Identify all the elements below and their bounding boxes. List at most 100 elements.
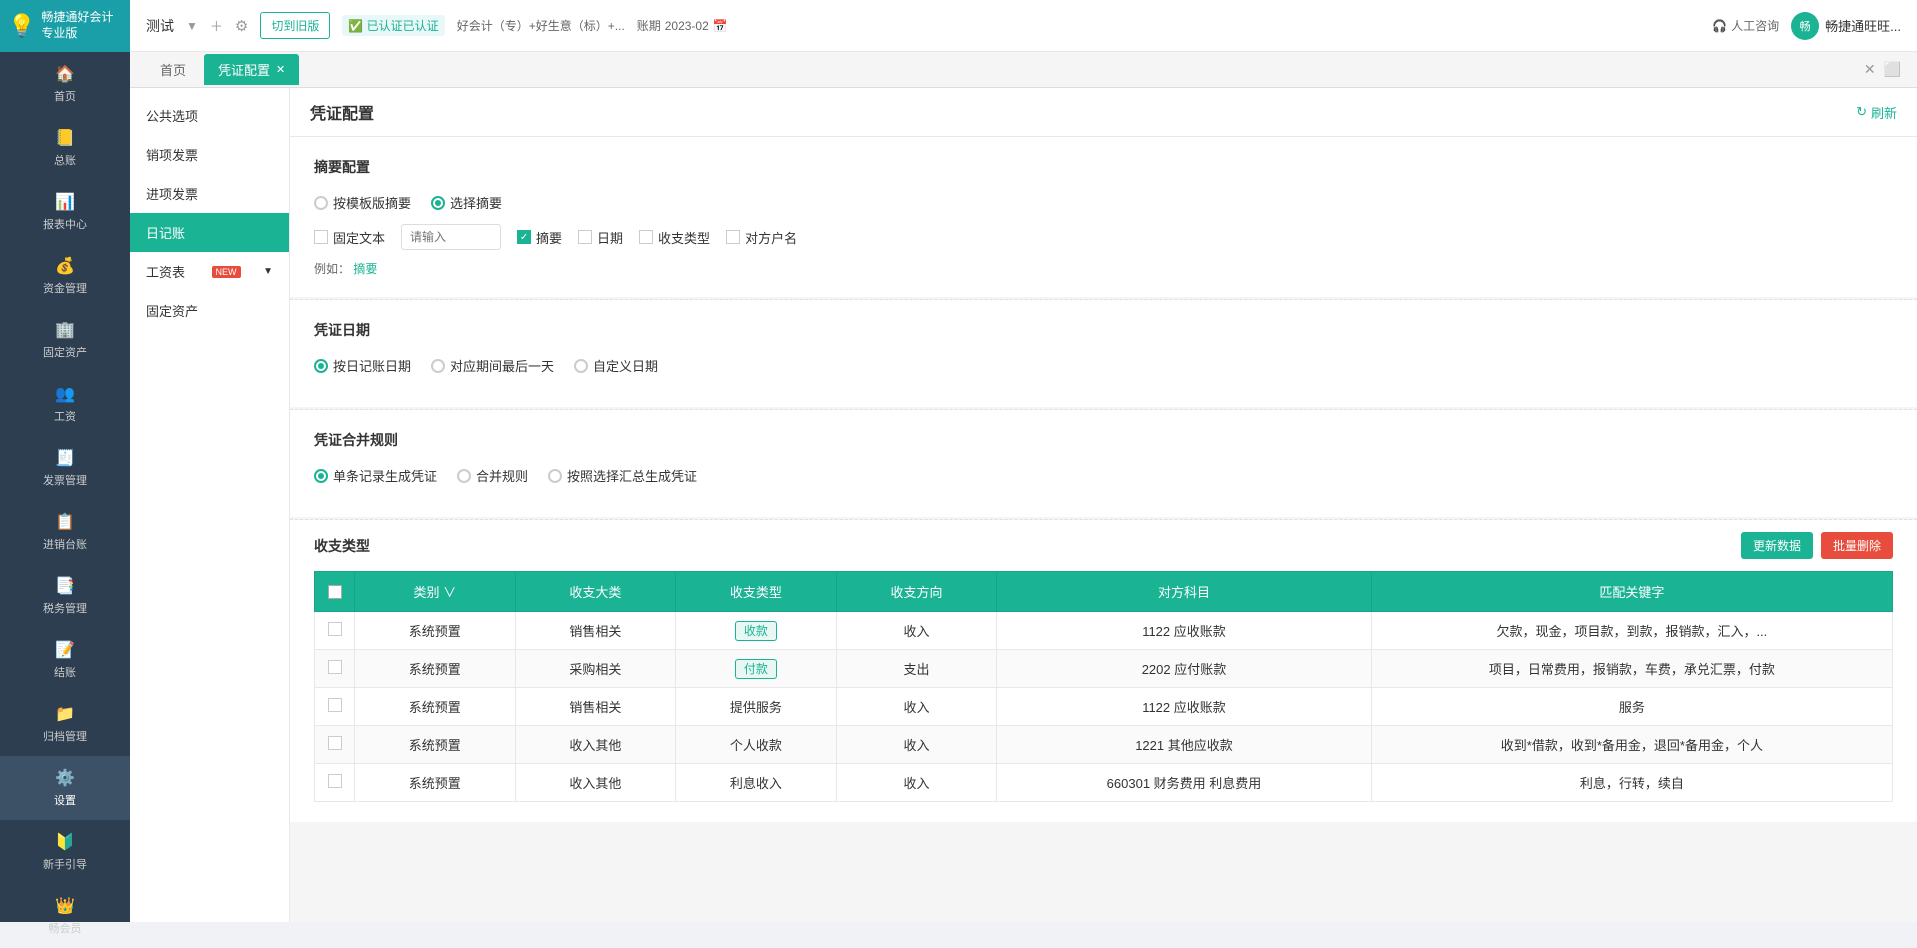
td-checkbox[interactable] <box>315 688 355 726</box>
sidebar-label: 报表中心 <box>43 216 87 232</box>
sub-sidebar-item-销项发票[interactable]: 销项发票 <box>130 135 289 174</box>
sidebar-item-固定资产[interactable]: 🏢固定资产 <box>0 308 130 372</box>
td-checkbox[interactable] <box>315 726 355 764</box>
sidebar-icon: 📁 <box>55 704 75 724</box>
fixed-text-input[interactable] <box>401 224 501 250</box>
logo-line2: 专业版 <box>41 26 113 42</box>
sidebar-label: 设置 <box>54 792 76 808</box>
td-direction: 支出 <box>836 650 997 688</box>
sidebar-item-畅会员[interactable]: 👑畅会员 <box>0 884 130 948</box>
td-income-type: 付款 <box>676 650 837 688</box>
radio-custom-date[interactable]: 自定义日期 <box>574 356 658 375</box>
sidebar-item-设置[interactable]: ⚙️ 设置 <box>0 756 130 820</box>
td-subject: 660301 财务费用 利息费用 <box>997 764 1371 802</box>
row-checkbox[interactable] <box>328 774 342 788</box>
td-checkbox[interactable] <box>315 612 355 650</box>
tab-voucher-config[interactable]: 凭证配置 ✕ <box>204 54 299 85</box>
sub-sidebar: 公共选项销项发票进项发票日记账工资表NEW▼固定资产 <box>130 88 290 922</box>
sub-sidebar-label: 日记账 <box>146 223 185 242</box>
radio-period-last-day[interactable]: 对应期间最后一天 <box>431 356 554 375</box>
sub-sidebar-items: 公共选项销项发票进项发票日记账工资表NEW▼固定资产 <box>130 96 289 330</box>
row-checkbox[interactable] <box>328 622 342 636</box>
sub-sidebar-item-进项发票[interactable]: 进项发票 <box>130 174 289 213</box>
sidebar-item-总账[interactable]: 📒总账 <box>0 116 130 180</box>
checkbox-empty-icon <box>578 230 592 244</box>
td-checkbox[interactable] <box>315 650 355 688</box>
radio-single-checked <box>314 469 328 483</box>
radio-merge-rules[interactable]: 合并规则 <box>457 466 528 485</box>
sidebar-label: 进销台账 <box>43 536 87 552</box>
radio-by-journal-date[interactable]: 按日记账日期 <box>314 356 411 375</box>
topbar-title: 测试 <box>146 16 174 36</box>
sub-sidebar-item-日记账[interactable]: 日记账 <box>130 213 289 252</box>
summary-radio-group: 按模板版摘要 选择摘要 <box>314 193 1893 212</box>
sub-sidebar-label: 工资表 <box>146 262 185 281</box>
sidebar-icon: ⚙️ <box>55 768 75 788</box>
td-income-type: 提供服务 <box>676 688 837 726</box>
counterparty-checkbox[interactable]: 对方户名 <box>726 228 797 247</box>
summary-section: 摘要配置 按模板版摘要 选择摘要 固定文本 <box>290 137 1917 297</box>
sidebar-item-发票管理[interactable]: 🧾发票管理 <box>0 436 130 500</box>
sidebar-label: 发票管理 <box>43 472 87 488</box>
income-type-tag[interactable]: 收款 <box>735 621 777 641</box>
headset-icon: 🎧 <box>1712 19 1727 33</box>
radio-summary-generate[interactable]: 按照选择汇总生成凭证 <box>548 466 697 485</box>
date-checkbox[interactable]: 日期 <box>578 228 623 247</box>
sidebar-item-报表中心[interactable]: 📊报表中心 <box>0 180 130 244</box>
sidebar-label: 畅会员 <box>49 920 82 936</box>
sub-sidebar-item-公共选项[interactable]: 公共选项 <box>130 96 289 135</box>
sidebar-item-进销台账[interactable]: 📋进销台账 <box>0 500 130 564</box>
table-header-row-el: 类别 ∨ 收支大类 收支类型 收支方向 对方科目 匹配关键字 <box>315 572 1893 612</box>
td-major-type: 采购相关 <box>515 650 676 688</box>
sidebar-icon: 📑 <box>55 576 75 596</box>
new-badge: NEW <box>212 266 241 278</box>
sidebar-item-工资[interactable]: 👥工资 <box>0 372 130 436</box>
tab-home[interactable]: 首页 <box>146 54 200 85</box>
row-checkbox[interactable] <box>328 736 342 750</box>
td-direction: 收入 <box>836 612 997 650</box>
checkbox-empty-icon3 <box>726 230 740 244</box>
sidebar-item-归档管理[interactable]: 📁归档管理 <box>0 692 130 756</box>
radio-single-record[interactable]: 单条记录生成凭证 <box>314 466 437 485</box>
user-menu[interactable]: 畅 畅捷通旺旺... <box>1791 12 1901 40</box>
service-button[interactable]: 🎧 人工咨询 <box>1712 17 1779 34</box>
th-income-type: 收支类型 <box>676 572 837 612</box>
sub-sidebar-item-固定资产[interactable]: 固定资产 <box>130 291 289 330</box>
row-checkbox[interactable] <box>328 698 342 712</box>
sidebar-item-税务管理[interactable]: 📑税务管理 <box>0 564 130 628</box>
sub-sidebar-label: 公共选项 <box>146 106 198 125</box>
td-income-type: 收款 <box>676 612 837 650</box>
tab-close-icon[interactable]: ✕ <box>276 63 285 76</box>
radio-checked <box>314 359 328 373</box>
main-content: 凭证配置 ↻ 刷新 摘要配置 按模板版摘要 选择摘要 <box>290 88 1917 922</box>
td-checkbox[interactable] <box>315 764 355 802</box>
calendar-icon[interactable]: 📅 <box>713 19 728 33</box>
topbar-chevron-icon[interactable]: ▼ <box>186 19 198 33</box>
switch-version-button[interactable]: 切到旧版 <box>260 12 330 39</box>
summary-checkbox[interactable]: ✓ 摘要 <box>517 228 562 247</box>
tab-maximize-button[interactable]: ⬜ <box>1884 61 1901 78</box>
topbar-add-icon[interactable]: ＋ <box>210 16 223 35</box>
radio-template-summary[interactable]: 按模板版摘要 <box>314 193 411 212</box>
th-checkbox[interactable] <box>315 572 355 612</box>
sidebar: 💡 畅捷通好会计 专业版 🏠首页📒总账📊报表中心💰资金管理🏢固定资产👥工资🧾发票… <box>0 0 130 922</box>
sidebar-item-新手引导[interactable]: 🔰新手引导 <box>0 820 130 884</box>
fixed-text-checkbox[interactable]: 固定文本 <box>314 228 385 247</box>
income-type-tag[interactable]: 付款 <box>735 659 777 679</box>
sidebar-item-首页[interactable]: 🏠首页 <box>0 52 130 116</box>
refresh-button[interactable]: ↻ 刷新 <box>1856 103 1897 122</box>
sub-sidebar-item-工资表[interactable]: 工资表NEW▼ <box>130 252 289 291</box>
sidebar-item-资金管理[interactable]: 💰资金管理 <box>0 244 130 308</box>
sidebar-icon: 🏢 <box>55 320 75 340</box>
page-title: 凭证配置 <box>310 100 374 124</box>
tab-close-window-button[interactable]: ✕ <box>1864 61 1876 78</box>
sidebar-item-结账[interactable]: 📝结账 <box>0 628 130 692</box>
topbar-settings-icon[interactable]: ⚙ <box>235 17 248 35</box>
radio-select-summary[interactable]: 选择摘要 <box>431 193 502 212</box>
tabbar: 首页 凭证配置 ✕ ✕ ⬜ <box>130 52 1917 88</box>
income-type-checkbox[interactable]: 收支类型 <box>639 228 710 247</box>
batch-delete-button[interactable]: 批量删除 <box>1821 532 1893 559</box>
td-income-type: 个人收款 <box>676 726 837 764</box>
update-data-button[interactable]: 更新数据 <box>1741 532 1813 559</box>
row-checkbox[interactable] <box>328 660 342 674</box>
